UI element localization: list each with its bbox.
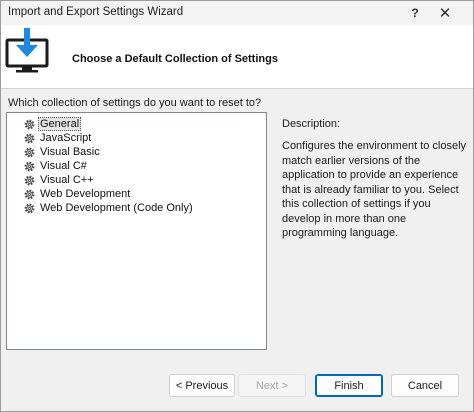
next-button[interactable]: Next > bbox=[238, 374, 306, 397]
previous-button[interactable]: < Previous bbox=[169, 374, 235, 397]
close-button[interactable]: ✕ bbox=[431, 1, 459, 25]
list-item-web-development-code-only[interactable]: Web Development (Code Only) bbox=[23, 201, 195, 215]
list-item-label: JavaScript bbox=[40, 132, 92, 144]
monitor-download-icon bbox=[5, 28, 49, 73]
gear-icon bbox=[24, 147, 35, 157]
window-title: Import and Export Settings Wizard bbox=[8, 6, 184, 18]
list-item-label: Web Development (Code Only) bbox=[40, 202, 193, 214]
list-item-label: General bbox=[38, 117, 82, 131]
title-bar: Import and Export Settings Wizard ? ✕ bbox=[1, 1, 473, 25]
list-item-visual-cpp[interactable]: Visual C++ bbox=[23, 173, 96, 187]
gear-icon bbox=[24, 161, 35, 171]
page-title: Choose a Default Collection of Settings bbox=[72, 53, 278, 65]
finish-button[interactable]: Finish bbox=[315, 374, 383, 397]
list-item-javascript[interactable]: JavaScript bbox=[23, 131, 93, 145]
description-text: Configures the environment to closely ma… bbox=[282, 140, 467, 239]
wizard-footer: < Previous Next > Finish Cancel bbox=[1, 361, 473, 411]
gear-icon bbox=[24, 203, 35, 213]
list-item-label: Web Development bbox=[40, 188, 131, 200]
cancel-button[interactable]: Cancel bbox=[391, 374, 459, 397]
gear-icon bbox=[24, 189, 35, 199]
list-item-web-development[interactable]: Web Development bbox=[23, 187, 132, 201]
list-item-label: Visual Basic bbox=[40, 146, 100, 158]
collection-list[interactable]: General JavaScript Visual Basic Visual C… bbox=[6, 112, 267, 350]
wizard-window: Import and Export Settings Wizard ? ✕ Ch… bbox=[0, 0, 474, 412]
gear-icon bbox=[24, 175, 35, 185]
list-item-visual-basic[interactable]: Visual Basic bbox=[23, 145, 102, 159]
list-item-visual-csharp[interactable]: Visual C# bbox=[23, 159, 89, 173]
gear-icon bbox=[24, 133, 35, 143]
gear-icon bbox=[24, 119, 35, 129]
wizard-header: Choose a Default Collection of Settings bbox=[1, 25, 473, 89]
list-item-label: Visual C++ bbox=[40, 174, 94, 186]
help-button[interactable]: ? bbox=[401, 1, 429, 25]
list-item-general[interactable]: General bbox=[23, 117, 82, 131]
description-label: Description: bbox=[282, 118, 341, 130]
list-item-label: Visual C# bbox=[40, 160, 87, 172]
collection-prompt: Which collection of settings do you want… bbox=[8, 97, 262, 109]
